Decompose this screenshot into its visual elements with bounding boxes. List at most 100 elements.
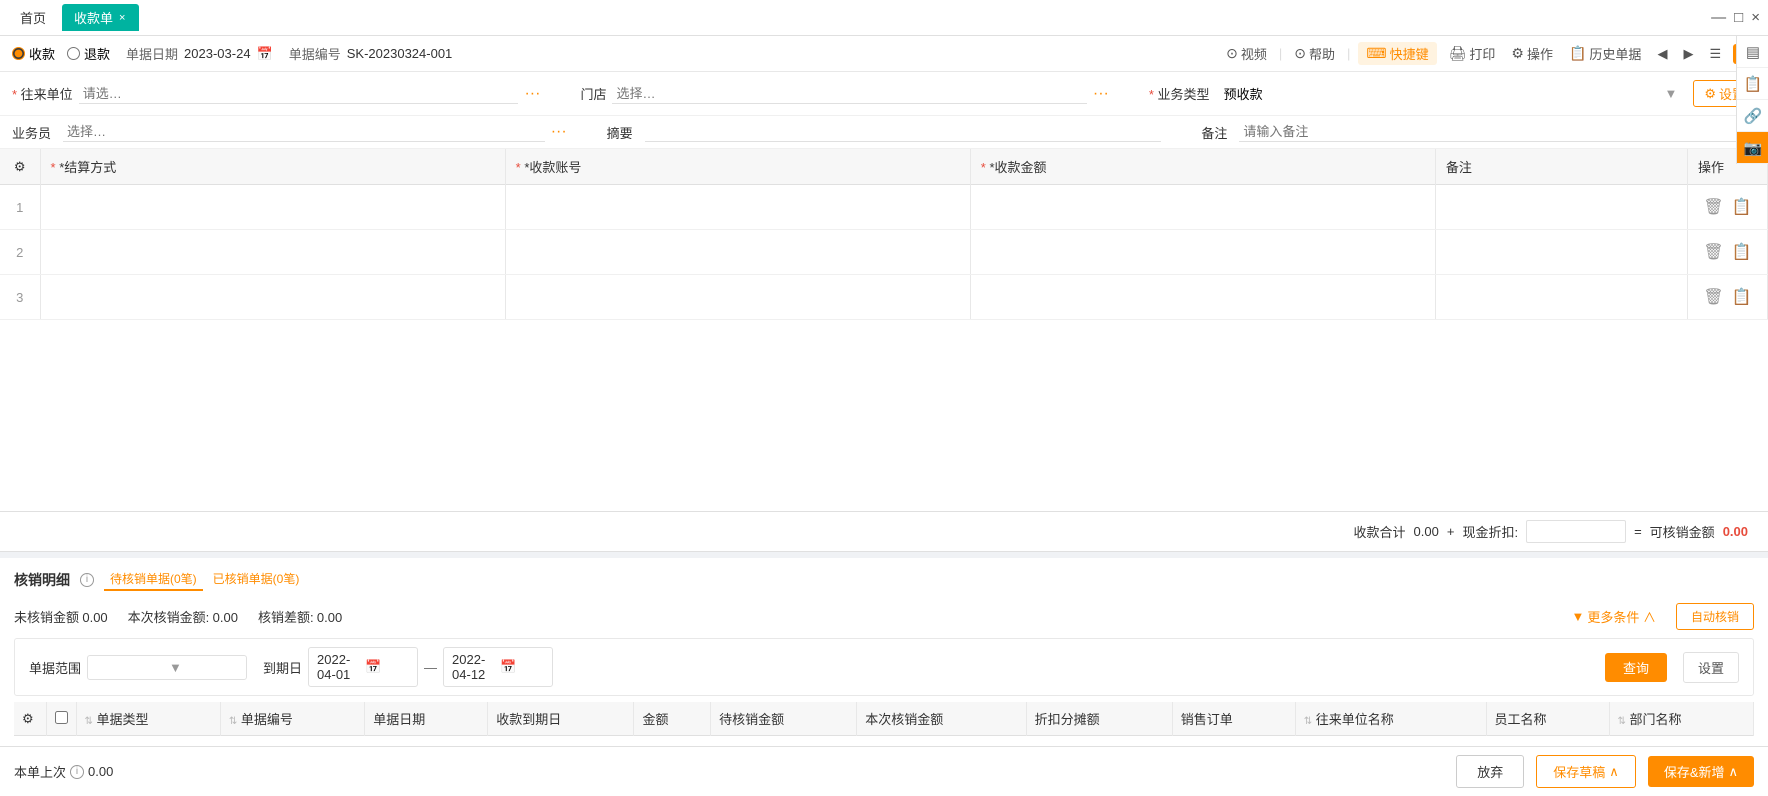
delete-row-1-icon[interactable]: 🗑	[1703, 197, 1723, 217]
discount-input[interactable]	[1526, 520, 1626, 543]
doc-range-select[interactable]: ▼	[87, 655, 247, 680]
close-window-icon[interactable]: ×	[1751, 9, 1760, 26]
nav-next[interactable]: ▶	[1679, 44, 1697, 64]
diff-value: 0.00	[317, 610, 342, 625]
settlement-cell-1[interactable]	[40, 185, 505, 230]
filter-settings-btn[interactable]: 设置	[1683, 652, 1739, 683]
footer-info-icon[interactable]: i	[70, 765, 84, 779]
refund-radio-input[interactable]	[67, 47, 80, 60]
amount-cell-3[interactable]	[970, 275, 1435, 320]
abandon-btn[interactable]: 放弃	[1456, 755, 1524, 788]
verif-tab-pending[interactable]: 待核销单据(0笔)	[104, 568, 203, 591]
account-cell-2[interactable]	[505, 230, 970, 275]
receipt-tab-close[interactable]: ×	[119, 12, 125, 24]
shortcut-action[interactable]: ⌨ 快捷键	[1358, 42, 1436, 65]
biz-type-value: 预收款	[1216, 84, 1659, 103]
save-new-label: 保存&新增	[1664, 762, 1725, 781]
receipt-radio-input[interactable]	[12, 47, 25, 60]
bth-gear[interactable]: ⚙	[14, 702, 46, 736]
amount-cell-2[interactable]	[970, 230, 1435, 275]
th-receipt-amount: * *收款金额	[970, 149, 1435, 185]
biz-type-arrow[interactable]: ▼	[1664, 86, 1677, 101]
bth-pending-amount: 待核销金额	[711, 702, 857, 736]
shop-more-btn[interactable]: ···	[1093, 85, 1109, 103]
due-date-field: 到期日 2022-04-01 📅 — 2022-04-12 📅	[263, 647, 553, 687]
summary-label: 摘要	[607, 123, 633, 142]
right-panel-table-icon[interactable]: ▤	[1737, 36, 1768, 68]
bth-checkbox[interactable]	[46, 702, 76, 736]
video-action[interactable]: ⊙ 视频	[1222, 42, 1271, 65]
copy-row-1-icon[interactable]: 📋	[1732, 197, 1752, 217]
receipt-tab-label: 收款单	[74, 8, 113, 27]
amount-cell-1[interactable]	[970, 185, 1435, 230]
remark-cell-3[interactable]	[1435, 275, 1687, 320]
list-view[interactable]: ☰	[1705, 44, 1725, 64]
operations-label: 操作	[1527, 44, 1553, 63]
actions-cell-2: 🗑 📋	[1688, 230, 1768, 275]
right-panel-doc-icon[interactable]: 📋	[1737, 68, 1768, 100]
this-time-value: 0.00	[213, 610, 238, 625]
help-label: 帮助	[1309, 44, 1335, 63]
main-area: 收款 退款 单据日期 2023-03-24 📅 单据编号 SK-20230324…	[0, 36, 1768, 796]
help-action[interactable]: ⊙ 帮助	[1290, 42, 1339, 65]
copy-row-2-icon[interactable]: 📋	[1732, 242, 1752, 262]
total-label: 收款合计	[1354, 522, 1406, 541]
operations-action[interactable]: ⚙ 操作	[1507, 42, 1557, 65]
shop-input[interactable]	[612, 84, 1086, 104]
nav-right-icons: — □ ×	[1711, 9, 1760, 26]
receipt-radio[interactable]: 收款	[12, 44, 55, 63]
right-panel-link-icon[interactable]: 🔗	[1737, 100, 1768, 132]
staff-field: 业务员 ···	[12, 122, 567, 142]
verif-tab-cleared[interactable]: 已核销单据(0笔)	[207, 568, 306, 591]
calendar-icon[interactable]: 📅	[257, 46, 273, 62]
query-btn[interactable]: 查询	[1605, 653, 1667, 682]
save-draft-btn[interactable]: 保存草稿 ∧	[1536, 755, 1636, 788]
remark-cell-2[interactable]	[1435, 230, 1687, 275]
due-date-to[interactable]: 2022-04-12 📅	[443, 647, 553, 687]
account-cell-3[interactable]	[505, 275, 970, 320]
remark-input[interactable]	[1239, 122, 1756, 142]
counterparty-input[interactable]	[79, 84, 519, 104]
staff-more-btn[interactable]: ···	[551, 123, 567, 141]
receipt-tab[interactable]: 收款单 ×	[62, 4, 139, 31]
footer-info: 本单上次 i 0.00	[14, 762, 113, 781]
th-receipt-account: * *收款账号	[505, 149, 970, 185]
more-conditions-btn[interactable]: ▼ 更多条件 ∧	[1571, 607, 1656, 626]
minimize-icon[interactable]: —	[1711, 9, 1726, 26]
delete-row-2-icon[interactable]: 🗑	[1703, 242, 1723, 262]
summary-input[interactable]	[645, 122, 1162, 142]
table-row: 2 🗑 📋	[0, 230, 1768, 275]
settlement-cell-2[interactable]	[40, 230, 505, 275]
verif-info-icon[interactable]: i	[80, 573, 94, 587]
video-icon: ⊙	[1226, 45, 1238, 62]
plus-label: +	[1447, 524, 1455, 539]
doc-date-value: 2023-03-24	[184, 46, 251, 61]
home-tab[interactable]: 首页	[8, 4, 58, 31]
remark-cell-1[interactable]	[1435, 185, 1687, 230]
history-action[interactable]: 📋 历史单据	[1565, 42, 1645, 65]
bottom-gear-icon: ⚙	[22, 711, 34, 726]
delete-row-3-icon[interactable]: 🗑	[1703, 287, 1723, 307]
biz-type-label: * 业务类型	[1149, 84, 1210, 103]
save-draft-label: 保存草稿	[1553, 762, 1605, 781]
right-panel-camera-icon[interactable]: 📷	[1737, 132, 1768, 164]
due-date-cal-icon: 📅	[365, 659, 409, 675]
settlement-cell-3[interactable]	[40, 275, 505, 320]
filter-icon: ▼	[1571, 609, 1584, 624]
equals-label: =	[1634, 524, 1642, 539]
maximize-icon[interactable]: □	[1734, 9, 1743, 26]
due-date-from[interactable]: 2022-04-01 📅	[308, 647, 418, 687]
nav-prev[interactable]: ◀	[1653, 44, 1671, 64]
counterparty-more-btn[interactable]: ···	[524, 85, 540, 103]
auto-offset-btn[interactable]: 自动核销	[1676, 603, 1754, 630]
print-action[interactable]: 🖨 打印	[1445, 42, 1500, 65]
copy-row-3-icon[interactable]: 📋	[1732, 287, 1752, 307]
diff-stat: 核销差额: 0.00	[258, 607, 342, 626]
refund-radio[interactable]: 退款	[67, 44, 110, 63]
select-all-checkbox[interactable]	[55, 711, 68, 724]
save-new-btn[interactable]: 保存&新增 ∧	[1648, 756, 1754, 787]
th-gear[interactable]: ⚙	[0, 149, 40, 185]
staff-input[interactable]	[63, 122, 545, 142]
doc-date-field: 单据日期 2023-03-24 📅	[126, 44, 273, 63]
account-cell-1[interactable]	[505, 185, 970, 230]
